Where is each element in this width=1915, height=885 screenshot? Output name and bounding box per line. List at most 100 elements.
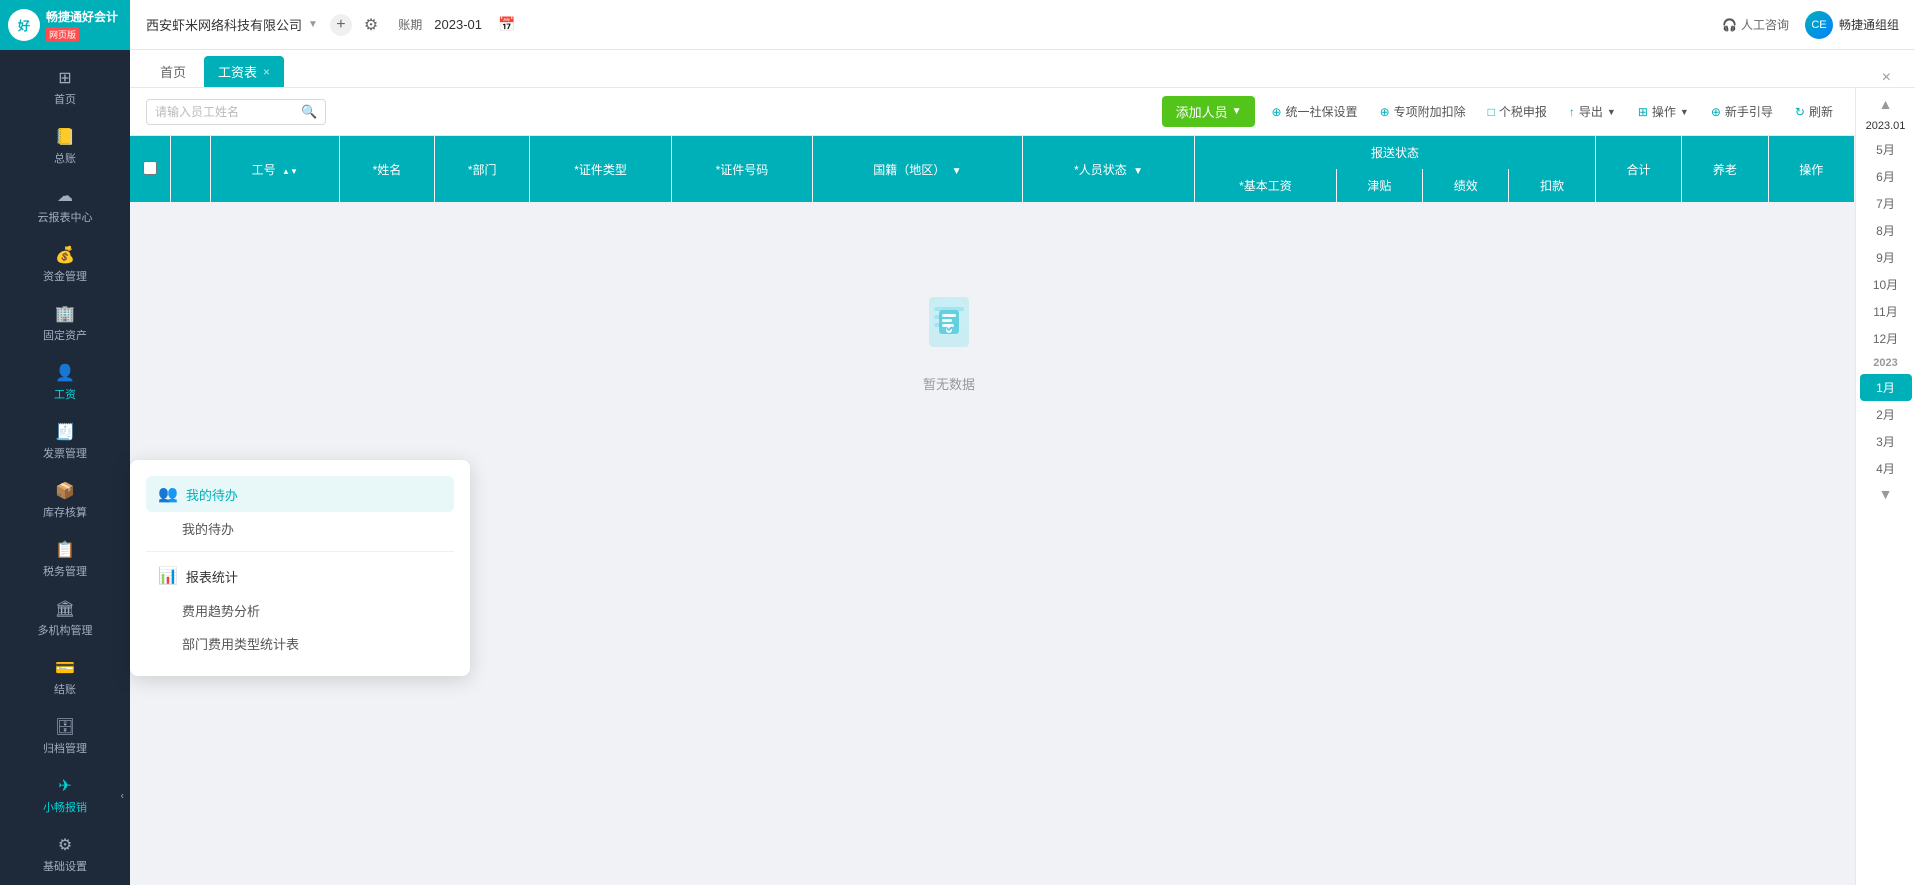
sidebar-item-home[interactable]: ⊞ 首页	[0, 58, 130, 117]
user-profile[interactable]: CE 畅捷通组组	[1805, 11, 1899, 39]
user-name: 畅捷通组组	[1839, 16, 1899, 33]
month-item-may[interactable]: 5月	[1860, 136, 1912, 163]
tab-home[interactable]: 首页	[146, 56, 200, 87]
inventory-icon: 📦	[55, 481, 75, 501]
settings-icon: ⚙	[58, 835, 72, 855]
name-sort-icon[interactable]: ▲▼	[282, 167, 298, 176]
month-item-dec[interactable]: 12月	[1860, 325, 1912, 352]
guide-action[interactable]: ⊕ 新手引导	[1705, 99, 1779, 124]
month-item-jan-active[interactable]: 1月	[1860, 374, 1912, 401]
operation-icon: ⊞	[1638, 105, 1648, 119]
xiaochang-icon: ✈	[58, 776, 71, 796]
fund-icon: 💰	[55, 245, 75, 265]
company-selector[interactable]: 西安虾米网络科技有限公司 ▼	[146, 15, 318, 34]
month-nav-down[interactable]: ▼	[1875, 482, 1897, 506]
popup-item-my-todo[interactable]: 我的待办	[146, 512, 454, 545]
select-all-checkbox[interactable]	[143, 161, 157, 175]
guide-action-icon: ⊕	[1711, 105, 1721, 119]
th-cert-no: *证件类型	[530, 136, 671, 202]
logo-text: 畅捷通好会计 网页版	[46, 8, 118, 42]
refresh-action[interactable]: ↻ 刷新	[1789, 99, 1839, 124]
refresh-icon: ↻	[1795, 105, 1805, 119]
todo-section-icon: 👥	[158, 484, 178, 504]
add-company-button[interactable]: +	[330, 14, 352, 36]
tab-close-all[interactable]: ×	[1874, 69, 1899, 87]
month-item-mar[interactable]: 3月	[1860, 428, 1912, 455]
popup-section-header-report[interactable]: 📊 报表统计	[146, 558, 454, 594]
month-panel: ▲ 2023.01 5月 6月 7月 8月 9月 10月 11月 12月 202…	[1855, 88, 1915, 885]
sidebar-item-inventory[interactable]: 📦 库存核算	[0, 471, 130, 530]
sidebar-item-settlement[interactable]: 💳 结账	[0, 648, 130, 707]
th-pension: 养老	[1682, 136, 1768, 202]
year-2023-label: 2023	[1860, 352, 1912, 374]
tab-close-icon[interactable]: ×	[263, 65, 270, 79]
th-nationality: *证件号码	[671, 136, 812, 202]
period-value: 2023-01	[434, 17, 482, 32]
month-item-nov[interactable]: 11月	[1860, 298, 1912, 325]
month-item-sep[interactable]: 9月	[1860, 244, 1912, 271]
search-input[interactable]	[155, 105, 295, 119]
settlement-icon: 💳	[55, 658, 75, 678]
sidebar-nav: ⊞ 首页 📒 总账 ☁ 云报表中心 💰 资金管理 🏢 固定资产 👤 工资 🧾 发…	[0, 50, 130, 885]
archive-icon: 🗄	[55, 717, 75, 737]
period-label: 账期	[398, 16, 422, 33]
sidebar-item-tax[interactable]: 📋 税务管理	[0, 530, 130, 589]
month-item-apr[interactable]: 4月	[1860, 455, 1912, 482]
month-item-jun[interactable]: 6月	[1860, 163, 1912, 190]
avatar: CE	[1805, 11, 1833, 39]
service-button[interactable]: 🎧 人工咨询	[1722, 16, 1789, 33]
tax-icon: 📋	[55, 540, 75, 560]
th-deduction: 扣款	[1509, 169, 1595, 202]
multi-org-icon: 🏛	[55, 599, 75, 619]
th-cert-type: *部门	[435, 136, 530, 202]
social-security-action[interactable]: ⊕ 统一社保设置	[1265, 99, 1363, 124]
sidebar-item-basic-settings[interactable]: ⚙ 基础设置	[0, 825, 130, 884]
sidebar-item-cloud-report[interactable]: ☁ 云报表中心	[0, 176, 130, 235]
popup-section-todo: 👥 我的待办 我的待办	[146, 476, 454, 545]
sidebar-item-ledger[interactable]: 📒 总账	[0, 117, 130, 176]
headset-icon: 🎧	[1722, 18, 1737, 32]
popup-menu: 👥 我的待办 我的待办 📊 报表统计 费用趋势分析 部门费用类型统计表	[130, 460, 470, 676]
add-person-dropdown-icon: ▼	[1232, 106, 1242, 117]
report-status-filter-icon[interactable]: ▼	[1133, 166, 1143, 177]
month-item-aug[interactable]: 8月	[1860, 217, 1912, 244]
cloud-icon: ☁	[57, 186, 73, 206]
close-all-icon: ×	[1874, 65, 1899, 90]
th-name: 工号 ▲▼	[210, 136, 339, 202]
popup-section-report: 📊 报表统计 费用趋势分析 部门费用类型统计表	[146, 558, 454, 660]
sidebar-item-multi-org[interactable]: 🏛 多机构管理	[0, 589, 130, 648]
th-operations: 操作	[1768, 136, 1854, 202]
popup-item-dept-cost[interactable]: 部门费用类型统计表	[146, 627, 454, 660]
operation-action[interactable]: ⊞ 操作 ▼	[1632, 99, 1695, 124]
month-item-feb[interactable]: 2月	[1860, 401, 1912, 428]
status-filter-icon[interactable]: ▼	[952, 166, 962, 177]
popup-section-header-todo[interactable]: 👥 我的待办	[146, 476, 454, 512]
sidebar-item-fixed-assets[interactable]: 🏢 固定资产	[0, 294, 130, 353]
special-deduction-action[interactable]: ⊕ 专项附加扣除	[1374, 99, 1472, 124]
search-icon[interactable]: 🔍	[301, 104, 317, 120]
sidebar: 好 畅捷通好会计 网页版 ⊞ 首页 📒 总账 ☁ 云报表中心 💰 资金管理 🏢 …	[0, 0, 130, 885]
search-wrap: 🔍	[146, 99, 326, 125]
settings-button[interactable]: ⚙	[364, 15, 378, 35]
month-item-oct[interactable]: 10月	[1860, 271, 1912, 298]
add-person-button[interactable]: 添加人员 ▼	[1162, 96, 1256, 127]
sidebar-item-fund[interactable]: 💰 资金管理	[0, 235, 130, 294]
period-calendar-icon[interactable]: 📅	[498, 16, 515, 33]
th-status: 国籍（地区） ▼	[813, 136, 1023, 202]
sidebar-item-expand-icon: ‹	[121, 790, 124, 801]
main-area: 西安虾米网络科技有限公司 ▼ + ⚙ 账期 2023-01 📅 🎧 人工咨询 C…	[130, 0, 1915, 885]
sidebar-item-invoice[interactable]: 🧾 发票管理	[0, 412, 130, 471]
sidebar-item-archive[interactable]: 🗄 归档管理	[0, 707, 130, 766]
month-nav-up[interactable]: ▲	[1875, 92, 1897, 116]
sidebar-item-xiaochang[interactable]: ✈ 小畅报销 ‹	[0, 766, 130, 825]
th-report-status: *人员状态 ▼	[1022, 136, 1195, 202]
export-action[interactable]: ↑ 导出 ▼	[1563, 99, 1622, 124]
month-item-jul[interactable]: 7月	[1860, 190, 1912, 217]
tab-salary-table[interactable]: 工资表 ×	[204, 56, 284, 87]
fixed-assets-icon: 🏢	[55, 304, 75, 324]
tabbar: 首页 工资表 × ×	[130, 50, 1915, 88]
popup-item-cost-trend[interactable]: 费用趋势分析	[146, 594, 454, 627]
tax-return-action[interactable]: □ 个税申报	[1482, 99, 1553, 124]
sidebar-item-salary[interactable]: 👤 工资	[0, 353, 130, 412]
topbar: 西安虾米网络科技有限公司 ▼ + ⚙ 账期 2023-01 📅 🎧 人工咨询 C…	[130, 0, 1915, 50]
